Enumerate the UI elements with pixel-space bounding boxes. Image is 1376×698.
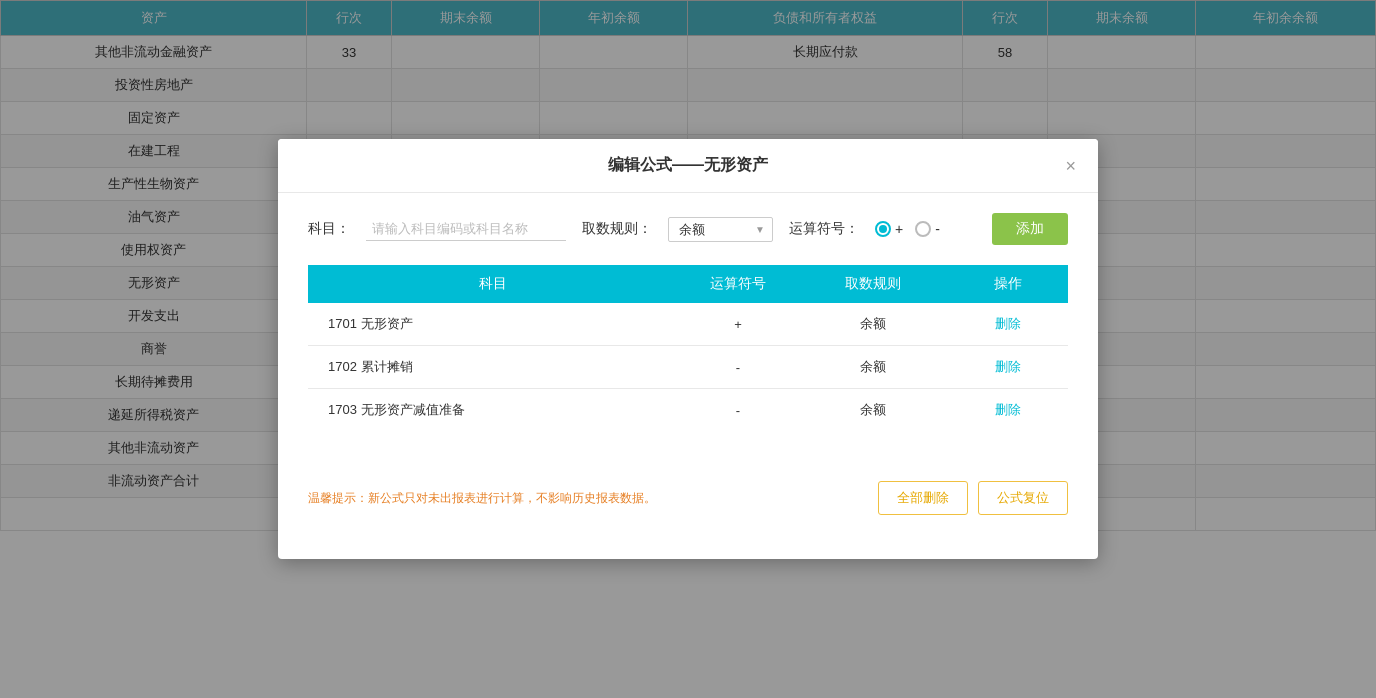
row3-subject: 1703 无形资产减值准备 <box>308 389 678 432</box>
modal-dialog: 编辑公式——无形资产 × 科目： 取数规则： 余额 借方 贷方 借方发生额 贷方… <box>278 139 1098 559</box>
rule-select-wrap: 余额 借方 贷方 借方发生额 贷方发生额 ▼ <box>668 217 773 242</box>
radio-circle-minus <box>915 221 931 237</box>
table-row: 1701 无形资产 + 余额 删除 <box>308 303 1068 346</box>
form-row: 科目： 取数规则： 余额 借方 贷方 借方发生额 贷方发生额 ▼ 运算符号： <box>308 213 1068 245</box>
col-operator-header: 运算符号 <box>678 265 798 303</box>
radio-circle-plus <box>875 221 891 237</box>
table-row: 1702 累计摊销 - 余额 删除 <box>308 346 1068 389</box>
modal-close-button[interactable]: × <box>1059 155 1082 177</box>
footer-tip: 温馨提示：新公式只对未出报表进行计算，不影响历史报表数据。 <box>308 490 656 507</box>
row2-action: 删除 <box>948 346 1068 389</box>
subject-label: 科目： <box>308 220 350 238</box>
modal-overlay: 编辑公式——无形资产 × 科目： 取数规则： 余额 借方 贷方 借方发生额 贷方… <box>0 0 1376 698</box>
modal-header: 编辑公式——无形资产 × <box>278 139 1098 193</box>
row2-rule: 余额 <box>798 346 948 389</box>
modal-footer: 温馨提示：新公式只对未出报表进行计算，不影响历史报表数据。 全部删除 公式复位 <box>278 471 1098 525</box>
row1-rule: 余额 <box>798 303 948 346</box>
row1-delete-button[interactable]: 删除 <box>995 316 1021 331</box>
row3-rule: 余额 <box>798 389 948 432</box>
delete-all-button[interactable]: 全部删除 <box>878 481 968 515</box>
subject-input[interactable] <box>366 217 566 241</box>
operator-plus-radio[interactable]: + <box>875 221 903 237</box>
row3-delete-button[interactable]: 删除 <box>995 402 1021 417</box>
formula-table: 科目 运算符号 取数规则 操作 1701 无形资产 + 余额 删除 <box>308 265 1068 431</box>
row1-action: 删除 <box>948 303 1068 346</box>
table-row: 1703 无形资产减值准备 - 余额 删除 <box>308 389 1068 432</box>
rule-label: 取数规则： <box>582 220 652 238</box>
col-subject-header: 科目 <box>308 265 678 303</box>
row2-operator: - <box>678 346 798 389</box>
operator-minus-label: - <box>935 221 940 237</box>
col-rule-header: 取数规则 <box>798 265 948 303</box>
reset-formula-button[interactable]: 公式复位 <box>978 481 1068 515</box>
modal-title: 编辑公式——无形资产 <box>608 156 768 173</box>
add-button[interactable]: 添加 <box>992 213 1068 245</box>
row1-operator: + <box>678 303 798 346</box>
row2-delete-button[interactable]: 删除 <box>995 359 1021 374</box>
modal-body: 科目： 取数规则： 余额 借方 贷方 借方发生额 贷方发生额 ▼ 运算符号： <box>278 193 1098 471</box>
operator-label: 运算符号： <box>789 220 859 238</box>
row3-operator: - <box>678 389 798 432</box>
col-action-header: 操作 <box>948 265 1068 303</box>
footer-buttons: 全部删除 公式复位 <box>878 481 1068 515</box>
row1-subject: 1701 无形资产 <box>308 303 678 346</box>
operator-plus-label: + <box>895 221 903 237</box>
row3-action: 删除 <box>948 389 1068 432</box>
row2-subject: 1702 累计摊销 <box>308 346 678 389</box>
rule-select[interactable]: 余额 借方 贷方 借方发生额 贷方发生额 <box>668 217 773 242</box>
operator-minus-radio[interactable]: - <box>915 221 940 237</box>
operator-radio-group: + - <box>875 221 940 237</box>
